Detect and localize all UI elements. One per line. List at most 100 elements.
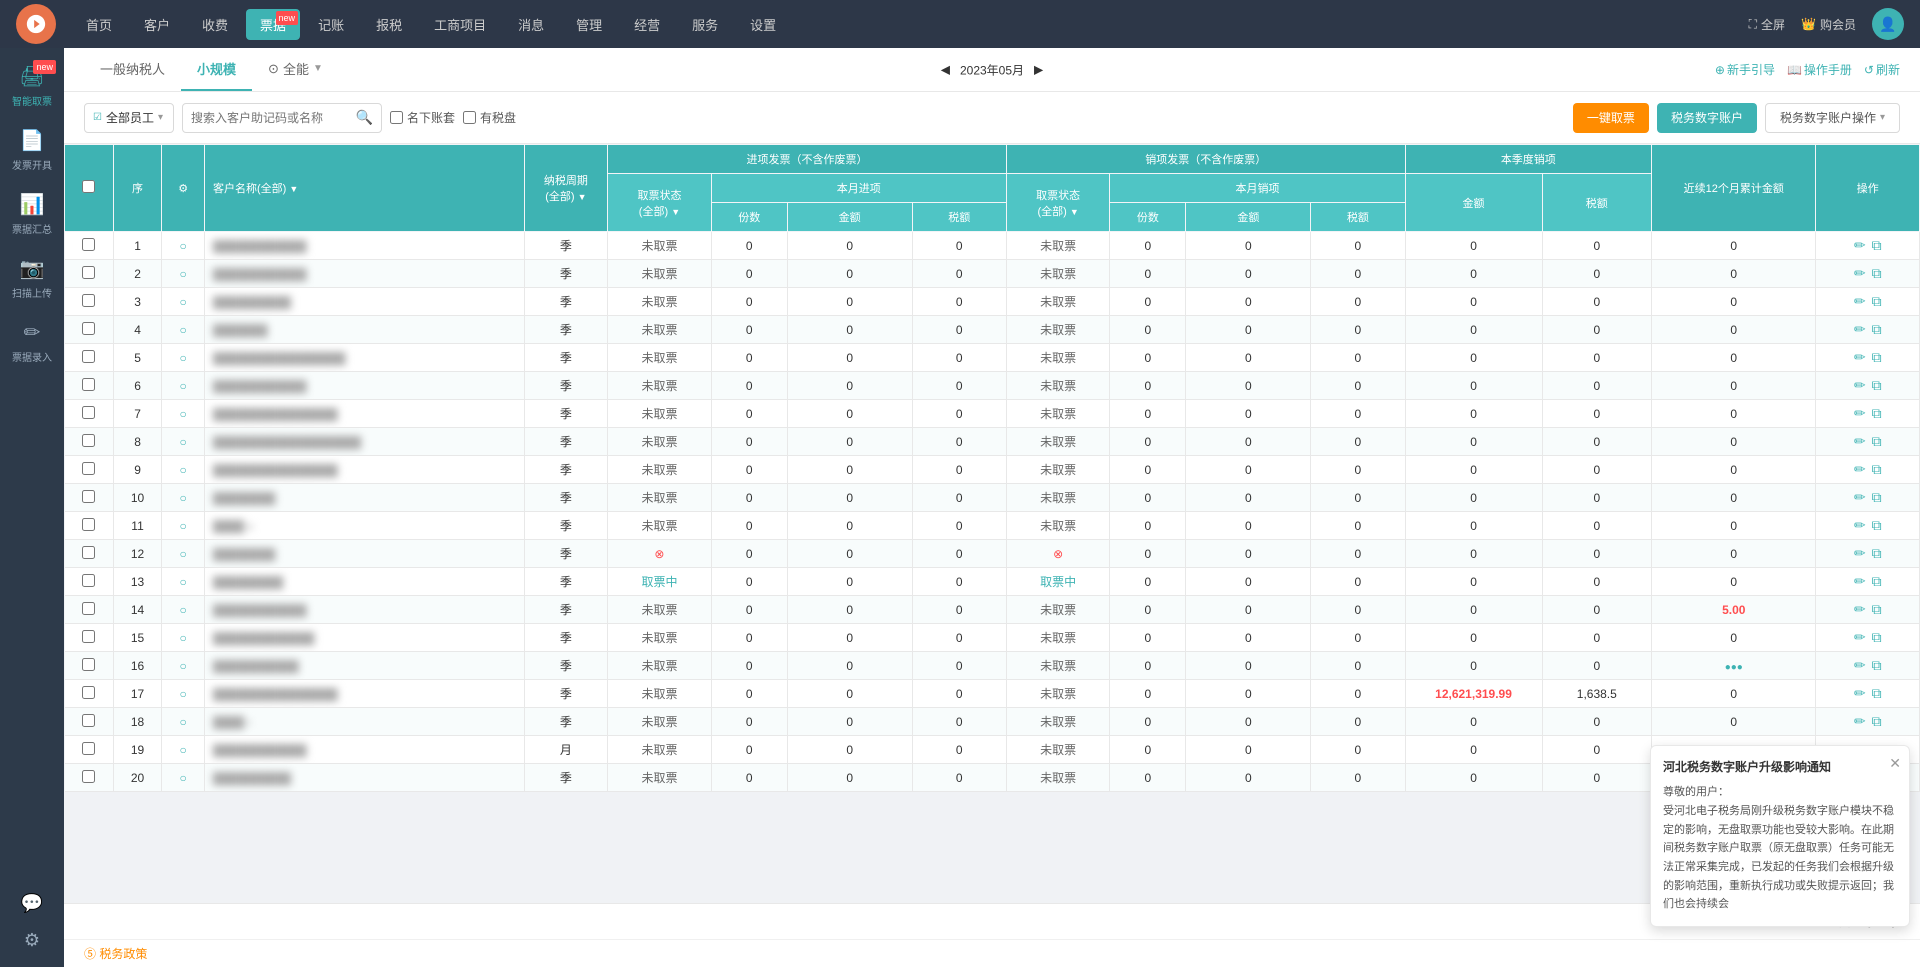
row-settings[interactable]: ○ bbox=[162, 344, 205, 372]
refresh-link[interactable]: ↺ 刷新 bbox=[1864, 61, 1900, 78]
row-checkbox[interactable] bbox=[82, 434, 95, 447]
row-settings[interactable]: ○ bbox=[162, 512, 205, 540]
row-settings[interactable]: ○ bbox=[162, 428, 205, 456]
row-checkbox[interactable] bbox=[82, 462, 95, 475]
sidebar-item-open-invoice[interactable]: 📄 发票开具 bbox=[4, 120, 60, 180]
copy-icon[interactable]: ⧉ bbox=[1872, 489, 1882, 506]
edit-icon[interactable]: ✏ bbox=[1854, 573, 1866, 590]
row-checkbox[interactable] bbox=[82, 378, 95, 391]
copy-icon[interactable]: ⧉ bbox=[1872, 573, 1882, 590]
copy-icon[interactable]: ⧉ bbox=[1872, 433, 1882, 450]
nav-operation[interactable]: 经营 bbox=[620, 9, 674, 40]
edit-icon[interactable]: ✏ bbox=[1854, 349, 1866, 366]
th-in-ticket-status[interactable]: 取票状态(全部) ▼ bbox=[608, 174, 711, 232]
th-settings[interactable]: ⚙ bbox=[162, 145, 205, 232]
nav-accounting[interactable]: 记账 bbox=[304, 9, 358, 40]
tab-small-scale[interactable]: 小规模 bbox=[181, 48, 252, 91]
has-tax-disk-checkbox[interactable]: 有税盘 bbox=[463, 109, 516, 126]
row-checkbox[interactable] bbox=[82, 574, 95, 587]
row-settings[interactable]: ○ bbox=[162, 232, 205, 260]
row-checkbox[interactable] bbox=[82, 238, 95, 251]
row-settings[interactable]: ○ bbox=[162, 708, 205, 736]
row-settings[interactable]: ○ bbox=[162, 484, 205, 512]
sidebar-bottom-icon-2[interactable]: ⚙ bbox=[24, 930, 40, 951]
nav-home[interactable]: 首页 bbox=[72, 9, 126, 40]
sidebar-item-smart-ticket[interactable]: 🖨 智能取票 new bbox=[4, 56, 60, 116]
employee-select[interactable]: ☑ 全部员工 ▾ bbox=[84, 103, 174, 133]
fullscreen-button[interactable]: ⛶ 全屏 bbox=[1749, 16, 1785, 33]
edit-icon[interactable]: ✏ bbox=[1854, 601, 1866, 618]
select-all-checkbox[interactable] bbox=[82, 180, 95, 193]
under-account-checkbox[interactable]: 名下账套 bbox=[390, 109, 455, 126]
edit-icon[interactable]: ✏ bbox=[1854, 489, 1866, 506]
row-settings[interactable]: ○ bbox=[162, 400, 205, 428]
th-client-name[interactable]: 客户名称(全部) ▼ bbox=[204, 145, 524, 232]
edit-icon[interactable]: ✏ bbox=[1854, 629, 1866, 646]
user-avatar[interactable]: 👤 bbox=[1872, 8, 1904, 40]
edit-icon[interactable]: ✏ bbox=[1854, 405, 1866, 422]
tax-policy-link[interactable]: ⑤ 税务政策 bbox=[84, 945, 147, 962]
row-settings[interactable]: ○ bbox=[162, 288, 205, 316]
copy-icon[interactable]: ⧉ bbox=[1872, 601, 1882, 618]
row-settings[interactable]: ○ bbox=[162, 372, 205, 400]
row-settings[interactable]: ○ bbox=[162, 764, 205, 792]
edit-icon[interactable]: ✏ bbox=[1854, 713, 1866, 730]
row-checkbox[interactable] bbox=[82, 770, 95, 783]
new-guide-link[interactable]: ⊕ 新手引导 bbox=[1715, 61, 1775, 78]
th-out-ticket-status[interactable]: 取票状态(全部) ▼ bbox=[1006, 174, 1109, 232]
row-checkbox[interactable] bbox=[82, 602, 95, 615]
row-checkbox[interactable] bbox=[82, 742, 95, 755]
sidebar-item-entry[interactable]: ✏ 票据录入 bbox=[4, 312, 60, 372]
copy-icon[interactable]: ⧉ bbox=[1872, 545, 1882, 562]
sidebar-item-summary[interactable]: 📊 票据汇总 bbox=[4, 184, 60, 244]
edit-icon[interactable]: ✏ bbox=[1854, 545, 1866, 562]
copy-icon[interactable]: ⧉ bbox=[1872, 237, 1882, 254]
row-checkbox[interactable] bbox=[82, 350, 95, 363]
row-checkbox[interactable] bbox=[82, 686, 95, 699]
manual-link[interactable]: 📖 操作手册 bbox=[1787, 61, 1852, 78]
search-input[interactable] bbox=[191, 111, 356, 125]
one-click-fetch-button[interactable]: 一键取票 bbox=[1573, 103, 1649, 133]
copy-icon[interactable]: ⧉ bbox=[1872, 265, 1882, 282]
tab-all[interactable]: ⊙ 全能 ▼ bbox=[252, 48, 339, 91]
row-settings[interactable]: ○ bbox=[162, 568, 205, 596]
copy-icon[interactable]: ⧉ bbox=[1872, 377, 1882, 394]
nav-settings[interactable]: 设置 bbox=[736, 9, 790, 40]
row-settings[interactable]: ○ bbox=[162, 624, 205, 652]
row-checkbox[interactable] bbox=[82, 322, 95, 335]
nav-business[interactable]: 工商项目 bbox=[420, 9, 500, 40]
edit-icon[interactable]: ✏ bbox=[1854, 685, 1866, 702]
nav-message[interactable]: 消息 bbox=[504, 9, 558, 40]
month-next-button[interactable]: ▶ bbox=[1034, 63, 1043, 77]
row-checkbox[interactable] bbox=[82, 406, 95, 419]
notification-close-button[interactable]: ✕ bbox=[1889, 752, 1901, 774]
copy-icon[interactable]: ⧉ bbox=[1872, 293, 1882, 310]
copy-icon[interactable]: ⧉ bbox=[1872, 685, 1882, 702]
th-tax-period[interactable]: 纳税周期(全部) ▼ bbox=[524, 145, 608, 232]
edit-icon[interactable]: ✏ bbox=[1854, 293, 1866, 310]
copy-icon[interactable]: ⧉ bbox=[1872, 405, 1882, 422]
member-button[interactable]: 👑 购会员 bbox=[1801, 16, 1856, 33]
row-checkbox[interactable] bbox=[82, 658, 95, 671]
row-settings[interactable]: ○ bbox=[162, 540, 205, 568]
row-checkbox[interactable] bbox=[82, 294, 95, 307]
nav-client[interactable]: 客户 bbox=[130, 9, 184, 40]
copy-icon[interactable]: ⧉ bbox=[1872, 321, 1882, 338]
sidebar-item-scan[interactable]: 📷 扫描上传 bbox=[4, 248, 60, 308]
copy-icon[interactable]: ⧉ bbox=[1872, 657, 1882, 674]
row-settings[interactable]: ○ bbox=[162, 736, 205, 764]
row-settings[interactable]: ○ bbox=[162, 680, 205, 708]
copy-icon[interactable]: ⧉ bbox=[1872, 349, 1882, 366]
row-settings[interactable]: ○ bbox=[162, 456, 205, 484]
nav-service[interactable]: 服务 bbox=[678, 9, 732, 40]
row-checkbox[interactable] bbox=[82, 266, 95, 279]
row-settings[interactable]: ○ bbox=[162, 652, 205, 680]
digital-account-button[interactable]: 税务数字账户 bbox=[1657, 103, 1757, 133]
copy-icon[interactable]: ⧉ bbox=[1872, 517, 1882, 534]
edit-icon[interactable]: ✏ bbox=[1854, 265, 1866, 282]
edit-icon[interactable]: ✏ bbox=[1854, 377, 1866, 394]
row-checkbox[interactable] bbox=[82, 546, 95, 559]
sidebar-bottom-icon-1[interactable]: 💬 bbox=[21, 893, 43, 914]
row-checkbox[interactable] bbox=[82, 490, 95, 503]
row-checkbox[interactable] bbox=[82, 714, 95, 727]
